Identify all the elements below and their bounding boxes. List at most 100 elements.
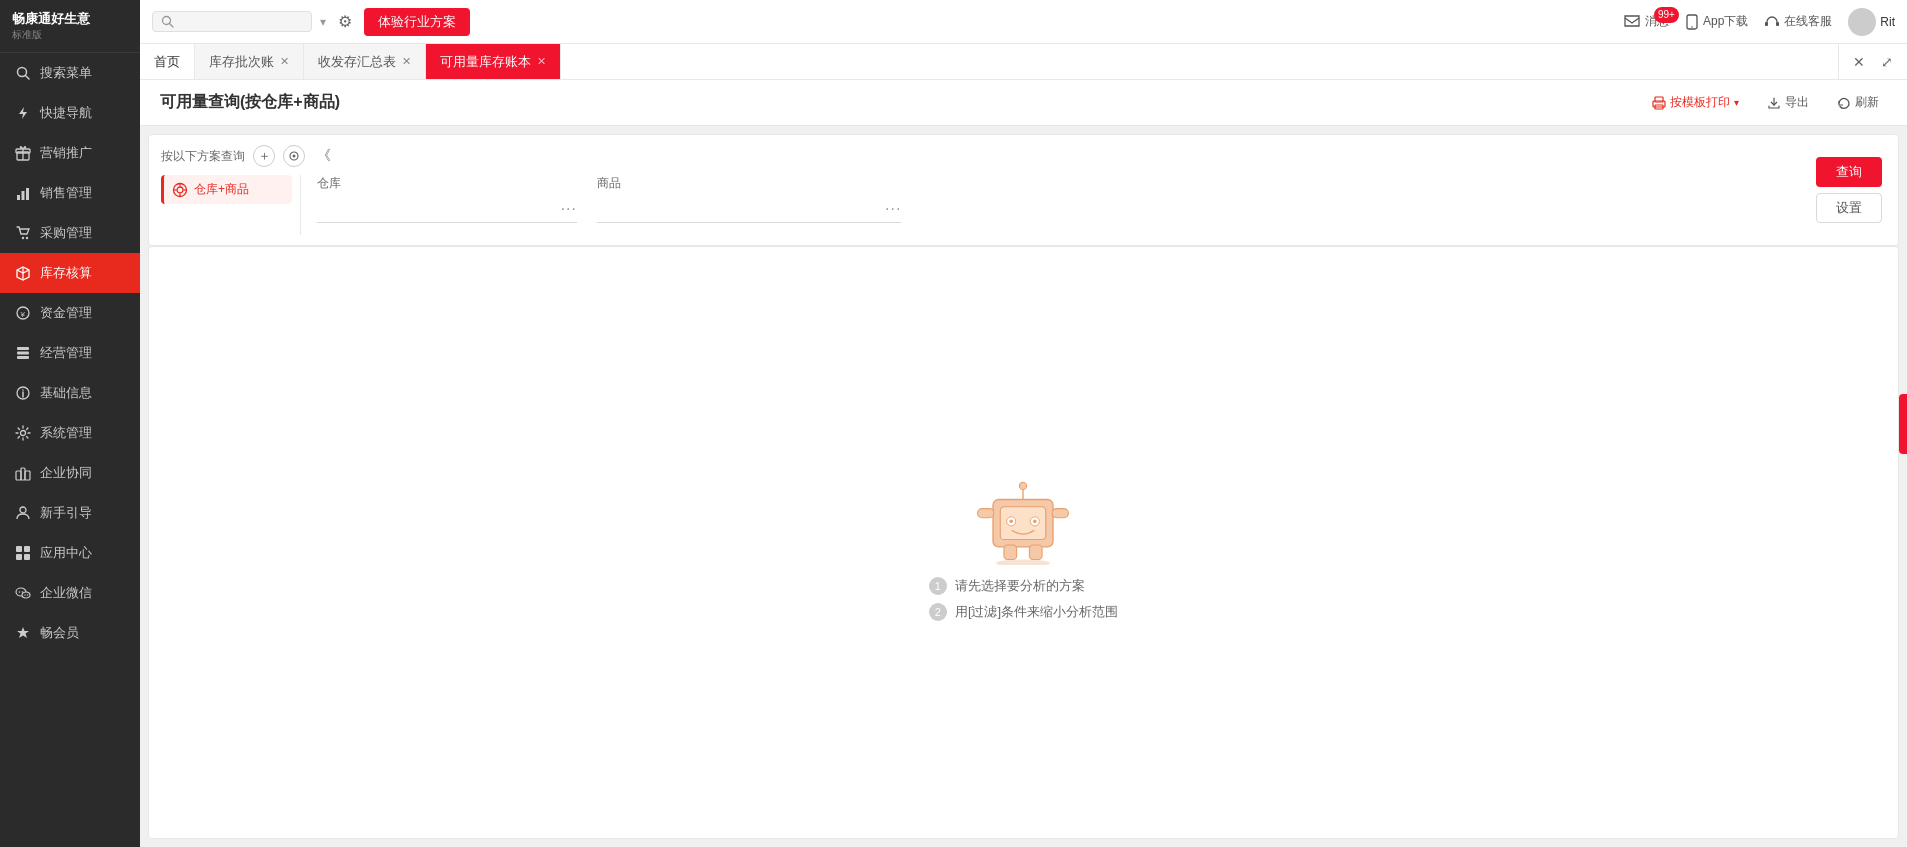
- svg-rect-65: [1030, 545, 1043, 560]
- goods-input[interactable]: [597, 202, 877, 216]
- sidebar-item-app-center[interactable]: 应用中心: [0, 533, 140, 573]
- action-bar: 查询 设置: [1816, 157, 1882, 223]
- query-btn[interactable]: 查询: [1816, 157, 1882, 187]
- sidebar-item-purchase[interactable]: 采购管理: [0, 213, 140, 253]
- setting-scheme-btn[interactable]: [283, 145, 305, 167]
- search-bar[interactable]: [152, 11, 312, 32]
- svg-rect-21: [16, 471, 21, 480]
- sidebar-item-member[interactable]: 畅会员: [0, 613, 140, 653]
- message-btn[interactable]: 消息 99+: [1623, 13, 1669, 30]
- info-icon: [14, 384, 32, 402]
- settings-btn[interactable]: 设置: [1816, 193, 1882, 223]
- page-header-actions: 按模板打印 ▾ 导出 刷新: [1644, 90, 1887, 115]
- svg-point-30: [22, 592, 30, 598]
- tab-receive-summary[interactable]: 收发存汇总表 ✕: [304, 44, 426, 79]
- app-download-btn[interactable]: App下载: [1685, 13, 1748, 30]
- chevron-down-icon[interactable]: ▾: [320, 15, 326, 29]
- empty-tips: 1 请先选择要分析的方案 2 用[过滤]条件来缩小分析范围: [929, 577, 1118, 621]
- svg-point-32: [22, 591, 24, 593]
- main-content: ▾ ⚙ 体验行业方案 消息 99+ App下载: [140, 0, 1907, 847]
- sidebar-item-label: 库存核算: [40, 264, 92, 282]
- service-btn[interactable]: 在线客服: [1764, 13, 1832, 30]
- topbar-right: 消息 99+ App下载 在线客服 Rit: [1623, 8, 1895, 36]
- edition-label: 标准版: [12, 28, 128, 42]
- svg-rect-25: [16, 546, 22, 552]
- svg-rect-8: [26, 188, 29, 200]
- sidebar-item-newcomer[interactable]: 新手引导: [0, 493, 140, 533]
- sidebar: 畅康通好生意 标准版 搜索菜单 快捷导航: [0, 0, 140, 847]
- warehouse-input[interactable]: [317, 202, 553, 216]
- goods-more-btn[interactable]: ···: [885, 200, 901, 218]
- sidebar-item-operations[interactable]: 经营管理: [0, 333, 140, 373]
- add-scheme-btn[interactable]: ＋: [253, 145, 275, 167]
- sidebar-item-label: 企业协同: [40, 464, 92, 482]
- maximize-tab-btn[interactable]: ⤢: [1875, 50, 1899, 74]
- gear-icon[interactable]: ⚙: [334, 8, 356, 35]
- close-tab-btn[interactable]: ✕: [1847, 50, 1871, 74]
- svg-point-33: [24, 594, 25, 595]
- tab-close-batch-account[interactable]: ✕: [280, 55, 289, 68]
- sidebar-item-wechat[interactable]: 企业微信: [0, 573, 140, 613]
- svg-rect-41: [1776, 22, 1779, 26]
- svg-point-47: [293, 155, 296, 158]
- tab-batch-account-label: 库存批次账: [209, 53, 274, 71]
- goods-filter-label: 商品: [597, 175, 901, 192]
- sidebar-item-label: 畅会员: [40, 624, 79, 642]
- sidebar-item-finance[interactable]: ¥ 资金管理: [0, 293, 140, 333]
- page-area: 可用量查询(按仓库+商品) 按模板打印 ▾: [140, 80, 1907, 847]
- sidebar-item-label: 系统管理: [40, 424, 92, 442]
- gift-icon: [14, 144, 32, 162]
- sidebar-item-label: 企业微信: [40, 584, 92, 602]
- sidebar-item-basic-info[interactable]: 基础信息: [0, 373, 140, 413]
- sidebar-item-label: 经营管理: [40, 344, 92, 362]
- empty-illustration: [973, 465, 1073, 565]
- sidebar-item-sales[interactable]: 销售管理: [0, 173, 140, 213]
- scheme-item-warehouse-goods[interactable]: 仓库+商品: [161, 175, 292, 204]
- svg-point-10: [26, 237, 28, 239]
- tab-batch-account[interactable]: 库存批次账 ✕: [195, 44, 304, 79]
- tabs-right-controls: ✕ ⤢: [1838, 44, 1907, 79]
- tab-available-ledger[interactable]: 可用量库存账本 ✕: [426, 44, 561, 79]
- sidebar-item-label: 销售管理: [40, 184, 92, 202]
- export-btn[interactable]: 导出: [1759, 90, 1817, 115]
- user-avatar[interactable]: Rit: [1848, 8, 1895, 36]
- tip-text-1: 请先选择要分析的方案: [955, 577, 1085, 595]
- content-body: 1 请先选择要分析的方案 2 用[过滤]条件来缩小分析范围: [148, 246, 1899, 839]
- sidebar-item-quick-nav[interactable]: 快捷导航: [0, 93, 140, 133]
- user-name: Rit: [1880, 15, 1895, 29]
- svg-text:¥: ¥: [20, 310, 26, 319]
- tip-text-2: 用[过滤]条件来缩小分析范围: [955, 603, 1118, 621]
- print-label: 按模板打印: [1670, 94, 1730, 111]
- svg-point-49: [177, 187, 183, 193]
- sidebar-item-marketing[interactable]: 营销推广: [0, 133, 140, 173]
- app-icon: [14, 544, 32, 562]
- warehouse-more-btn[interactable]: ···: [561, 200, 577, 218]
- sidebar-item-label: 采购管理: [40, 224, 92, 242]
- sidebar-item-inventory[interactable]: 库存核算: [0, 253, 140, 293]
- app-name: 畅康通好生意: [12, 10, 128, 28]
- tab-close-available-ledger[interactable]: ✕: [537, 55, 546, 68]
- tab-home[interactable]: 首页: [140, 44, 195, 79]
- search-icon: [14, 64, 32, 82]
- app-label: App下载: [1703, 13, 1748, 30]
- svg-rect-14: [17, 347, 29, 350]
- tab-home-label: 首页: [154, 53, 180, 71]
- refresh-btn[interactable]: 刷新: [1829, 90, 1887, 115]
- scheme-icon: [172, 182, 188, 198]
- sidebar-item-enterprise[interactable]: 企业协同: [0, 453, 140, 493]
- tab-close-receive-summary[interactable]: ✕: [402, 55, 411, 68]
- trial-btn[interactable]: 体验行业方案: [364, 8, 470, 36]
- sidebar-item-system[interactable]: 系统管理: [0, 413, 140, 453]
- print-chevron-icon[interactable]: ▾: [1734, 97, 1739, 108]
- refresh-icon: [1837, 96, 1851, 110]
- warehouse-filter-label: 仓库: [317, 175, 577, 192]
- tab-receive-summary-label: 收发存汇总表: [318, 53, 396, 71]
- print-btn[interactable]: 按模板打印 ▾: [1644, 90, 1747, 115]
- lightning-icon: [14, 104, 32, 122]
- collapse-btn[interactable]: 《: [313, 145, 335, 167]
- query-scheme-label: 按以下方案查询: [161, 148, 245, 165]
- svg-point-39: [1691, 26, 1693, 28]
- filter-area: 仓库 ··· 商品 ···: [301, 175, 1886, 235]
- sidebar-item-search[interactable]: 搜索菜单: [0, 53, 140, 93]
- svg-point-58: [1010, 519, 1014, 523]
